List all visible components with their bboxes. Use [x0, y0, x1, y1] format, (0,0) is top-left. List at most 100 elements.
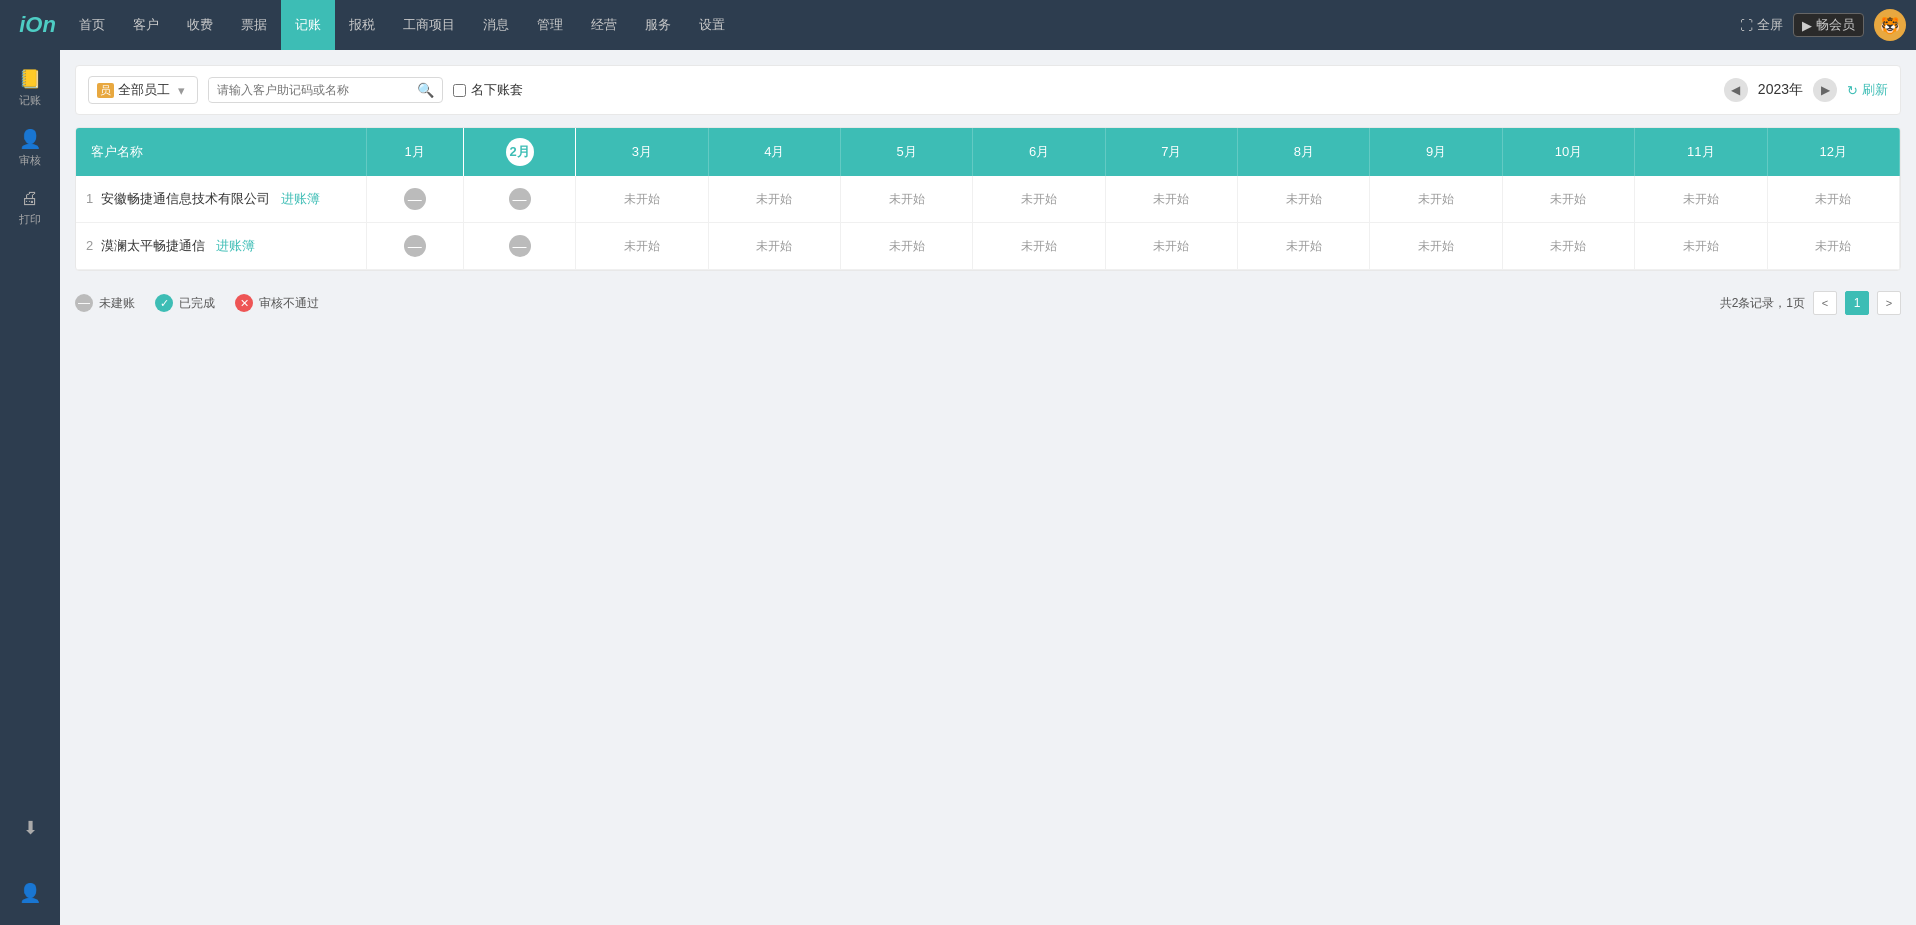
nav-settings[interactable]: 设置 [685, 0, 739, 50]
nav-manage[interactable]: 管理 [523, 0, 577, 50]
year-label: 2023年 [1758, 81, 1803, 99]
client-name-cell: 2 漠澜太平畅捷通信 进账簿 [76, 223, 366, 270]
not-started-text: 未开始 [1418, 192, 1454, 206]
col-month-9: 9月 [1370, 128, 1502, 176]
not-started-text: 未开始 [1550, 239, 1586, 253]
sidebar-item-review[interactable]: 👤 审核 [3, 120, 58, 175]
nav-home[interactable]: 首页 [65, 0, 119, 50]
client-name-cell: 1 安徽畅捷通信息技术有限公司 进账簿 [76, 176, 366, 223]
sidebar-item-user[interactable]: 👤 [3, 865, 58, 920]
employee-select[interactable]: 员 全部员工 ▾ [88, 76, 198, 104]
status-sep: 未开始 [1370, 176, 1502, 223]
legend: — 未建账 ✓ 已完成 ✕ 审核不通过 [75, 294, 319, 312]
current-month-circle: 2月 [506, 138, 534, 166]
status-apr: 未开始 [708, 223, 840, 270]
not-started-text: 未开始 [889, 192, 925, 206]
col-month-7: 7月 [1105, 128, 1237, 176]
nav-fee[interactable]: 收费 [173, 0, 227, 50]
refresh-button[interactable]: ↻ 刷新 [1847, 81, 1888, 99]
search-button[interactable]: 🔍 [409, 78, 442, 102]
year-prev-button[interactable]: ◀ [1724, 78, 1748, 102]
accounts-table: 客户名称 1月 2月 3月 4月 5月 6月 7月 8月 9月 10月 11月 [76, 128, 1900, 270]
status-apr: 未开始 [708, 176, 840, 223]
nav-business[interactable]: 工商项目 [389, 0, 469, 50]
download-icon: ⬇ [23, 817, 38, 839]
status-may: 未开始 [840, 176, 972, 223]
year-nav: ◀ 2023年 ▶ [1724, 78, 1837, 102]
sidebar-item-print[interactable]: 🖨 打印 [3, 180, 58, 235]
nav-accounting[interactable]: 记账 [281, 0, 335, 50]
client-name-text: 漠澜太平畅捷通信 [101, 238, 205, 253]
my-accounts-checkbox[interactable] [453, 84, 466, 97]
status-feb: — [463, 176, 575, 223]
pagination-current: 1 [1845, 291, 1869, 315]
status-jun: 未开始 [973, 176, 1105, 223]
col-month-10: 10月 [1502, 128, 1634, 176]
not-started-text: 未开始 [1021, 192, 1057, 206]
status-nov: 未开始 [1635, 223, 1767, 270]
not-started-text: 未开始 [889, 239, 925, 253]
nav-message[interactable]: 消息 [469, 0, 523, 50]
accounts-table-wrap: 客户名称 1月 2月 3月 4月 5月 6月 7月 8月 9月 10月 11月 [75, 127, 1901, 271]
pagination-prev[interactable]: < [1813, 291, 1837, 315]
status-may: 未开始 [840, 223, 972, 270]
sidebar-item-accounting[interactable]: 📒 记账 [3, 60, 58, 115]
status-dec: 未开始 [1767, 176, 1900, 223]
enter-ledger-link[interactable]: 进账簿 [281, 191, 320, 206]
status-sep: 未开始 [1370, 223, 1502, 270]
enter-ledger-link[interactable]: 进账簿 [216, 238, 255, 253]
refresh-icon: ↻ [1847, 83, 1858, 98]
legend-not-created-label: 未建账 [99, 295, 135, 312]
row-index: 2 [86, 238, 93, 253]
not-started-text: 未开始 [1683, 239, 1719, 253]
page-footer: — 未建账 ✓ 已完成 ✕ 审核不通过 共2条记录，1页 < 1 > [75, 283, 1901, 323]
nav-operation[interactable]: 经营 [577, 0, 631, 50]
status-oct: 未开始 [1502, 223, 1634, 270]
search-input-wrap: 🔍 [208, 77, 443, 103]
year-next-button[interactable]: ▶ [1813, 78, 1837, 102]
not-started-text: 未开始 [1550, 192, 1586, 206]
pagination: 共2条记录，1页 < 1 > [1720, 291, 1901, 315]
not-started-text: 未开始 [624, 192, 660, 206]
vip-button[interactable]: ▶ 畅会员 [1793, 13, 1864, 37]
status-dot-gray: — [404, 235, 426, 257]
vip-label: 畅会员 [1816, 16, 1855, 34]
sidebar-item-download[interactable]: ⬇ [3, 800, 58, 855]
employee-chevron-icon: ▾ [178, 83, 185, 98]
col-month-8: 8月 [1238, 128, 1370, 176]
not-started-text: 未开始 [624, 239, 660, 253]
not-started-text: 未开始 [1815, 239, 1851, 253]
user-avatar[interactable]: 🐯 [1874, 9, 1906, 41]
legend-dot-red: ✕ [235, 294, 253, 312]
not-started-text: 未开始 [1153, 239, 1189, 253]
sidebar-print-label: 打印 [19, 212, 41, 227]
right-tools: ⛶ 全屏 ▶ 畅会员 🐯 [1740, 9, 1906, 41]
user-icon: 👤 [19, 882, 41, 904]
status-mar: 未开始 [576, 176, 708, 223]
not-started-text: 未开始 [1418, 239, 1454, 253]
col-month-2: 2月 [463, 128, 575, 176]
search-input[interactable] [209, 79, 409, 101]
main-content: 员 全部员工 ▾ 🔍 名下账套 ◀ 2023年 ▶ ↻ 刷新 客 [60, 50, 1916, 925]
fullscreen-btn[interactable]: ⛶ 全屏 [1740, 16, 1783, 34]
nav-client[interactable]: 客户 [119, 0, 173, 50]
nav-invoice[interactable]: 票据 [227, 0, 281, 50]
status-mar: 未开始 [576, 223, 708, 270]
nav-service[interactable]: 服务 [631, 0, 685, 50]
print-icon: 🖨 [21, 188, 39, 209]
col-month-1: 1月 [366, 128, 463, 176]
col-month-5: 5月 [840, 128, 972, 176]
top-nav: iOn 首页 客户 收费 票据 记账 报税 工商项目 消息 管理 经营 服务 设… [0, 0, 1916, 50]
status-aug: 未开始 [1238, 223, 1370, 270]
pagination-next[interactable]: > [1877, 291, 1901, 315]
app-logo: iOn [10, 12, 65, 38]
filter-bar: 员 全部员工 ▾ 🔍 名下账套 ◀ 2023年 ▶ ↻ 刷新 [75, 65, 1901, 115]
not-started-text: 未开始 [1286, 239, 1322, 253]
employee-select-label: 全部员工 [118, 81, 170, 99]
status-jul: 未开始 [1105, 223, 1237, 270]
status-jun: 未开始 [973, 223, 1105, 270]
col-month-4: 4月 [708, 128, 840, 176]
nav-tax[interactable]: 报税 [335, 0, 389, 50]
my-accounts-checkbox-wrap[interactable]: 名下账套 [453, 81, 523, 99]
not-started-text: 未开始 [1021, 239, 1057, 253]
